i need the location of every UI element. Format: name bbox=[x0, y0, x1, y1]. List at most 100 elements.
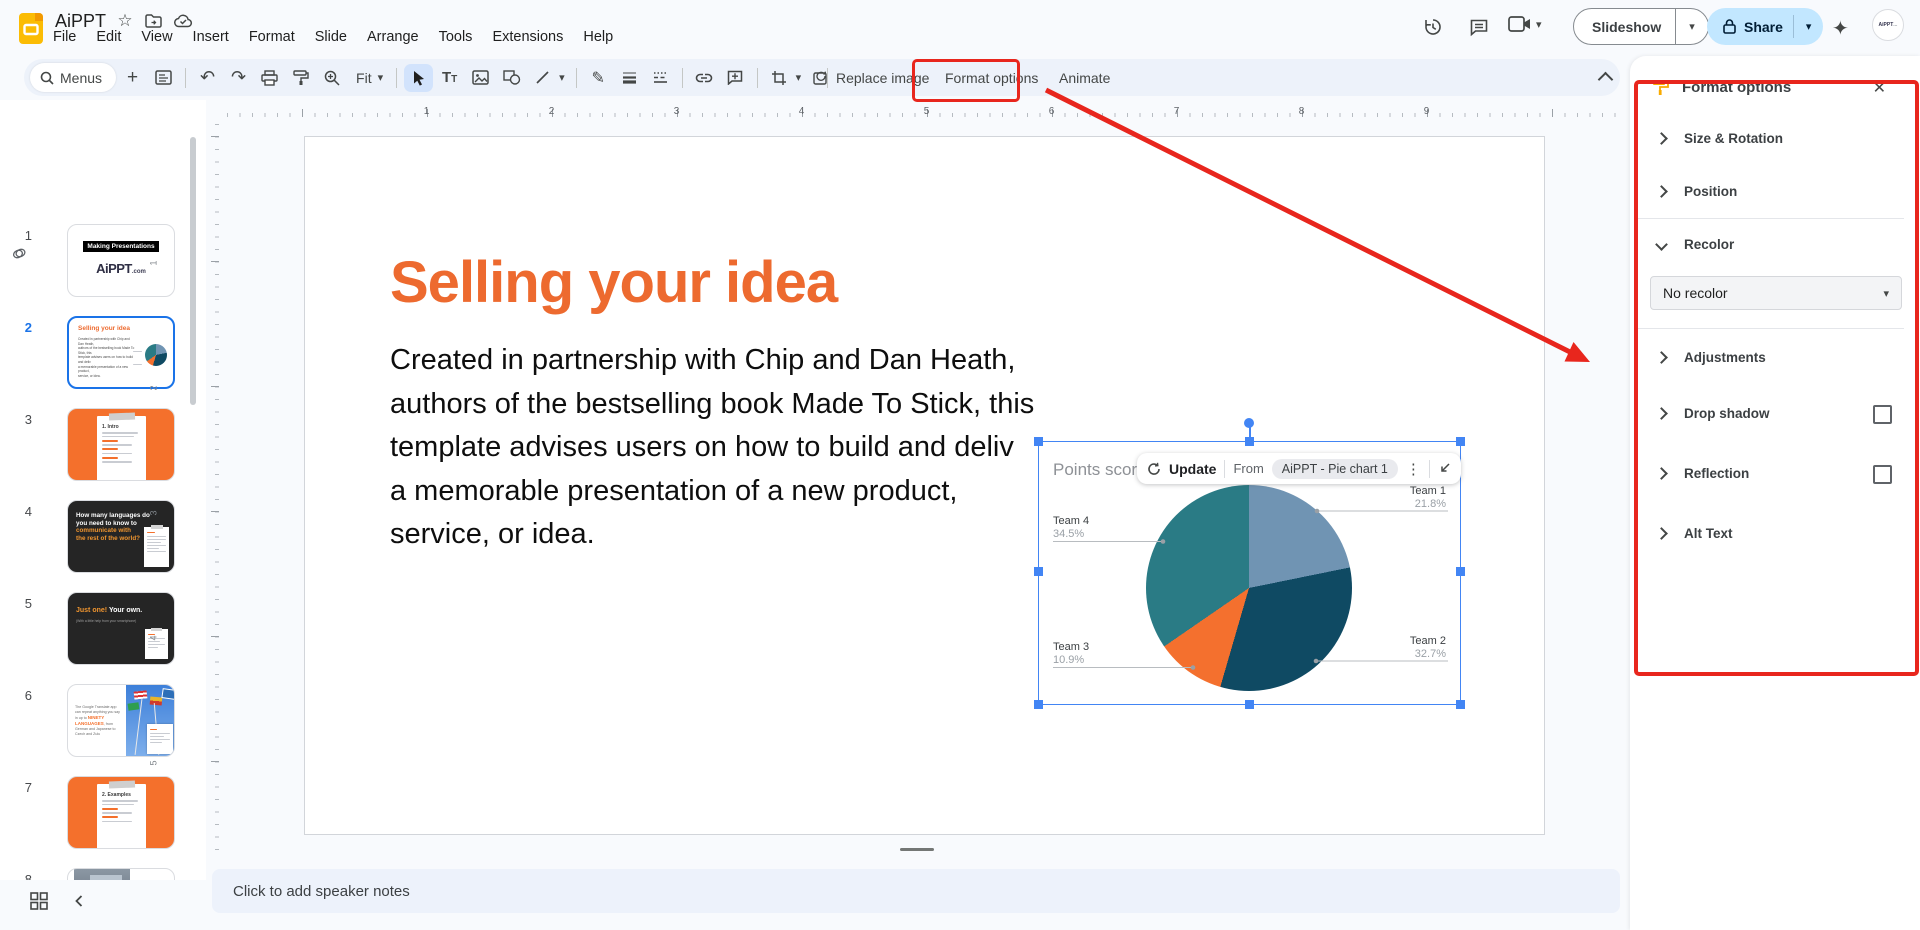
account-avatar[interactable]: AiPPT... bbox=[1872, 9, 1904, 41]
menu-item[interactable]: File bbox=[44, 26, 85, 48]
chevron-right-icon bbox=[1655, 406, 1668, 420]
menu-item[interactable]: Tools bbox=[430, 26, 482, 48]
gemini-sparkle-icon[interactable]: ✦ bbox=[1832, 16, 1849, 41]
chart-source-chip[interactable]: AiPPT - Pie chart 1 bbox=[1271, 458, 1398, 479]
resize-handle-ne[interactable] bbox=[1456, 437, 1465, 446]
resize-handle-se[interactable] bbox=[1456, 700, 1465, 709]
pie-label-team2: Team 2 32.7% bbox=[1409, 635, 1446, 660]
more-options-icon[interactable]: ⋮ bbox=[1406, 460, 1421, 478]
replace-image-button[interactable]: Replace image bbox=[836, 59, 929, 96]
menu-item[interactable]: Help bbox=[574, 26, 622, 48]
border-weight-icon[interactable] bbox=[615, 64, 644, 92]
resize-handle-e[interactable] bbox=[1456, 567, 1465, 576]
meet-caret-icon[interactable]: ▾ bbox=[1536, 18, 1542, 31]
slide-thumbnail-3[interactable]: 1. Intro bbox=[67, 408, 175, 481]
share-button[interactable]: Share ▾ bbox=[1707, 8, 1824, 45]
ruler-label: 9 bbox=[1423, 106, 1430, 117]
print-icon[interactable] bbox=[255, 64, 284, 92]
crop-icon[interactable] bbox=[765, 64, 794, 92]
border-dash-icon[interactable] bbox=[646, 64, 675, 92]
section-position[interactable]: Position bbox=[1630, 171, 1920, 211]
new-slide-button[interactable]: + bbox=[118, 64, 147, 92]
slide-title[interactable]: Selling your idea bbox=[390, 249, 838, 316]
crop-caret-icon[interactable]: ▾ bbox=[796, 71, 802, 84]
add-comment-icon[interactable] bbox=[721, 64, 750, 92]
section-size-rotation[interactable]: Size & Rotation bbox=[1630, 118, 1920, 158]
meet-button[interactable]: ▾ bbox=[1508, 14, 1542, 34]
menu-item[interactable]: Extensions bbox=[483, 26, 572, 48]
section-adjustments[interactable]: Adjustments bbox=[1630, 337, 1920, 377]
undo-icon[interactable]: ↶ bbox=[193, 64, 222, 92]
menus-search-button[interactable]: Menus bbox=[30, 63, 117, 92]
insert-line-icon[interactable] bbox=[528, 64, 557, 92]
drop-shadow-checkbox[interactable] bbox=[1873, 405, 1892, 424]
speaker-notes[interactable]: Click to add speaker notes bbox=[212, 869, 1620, 913]
zoom-icon[interactable] bbox=[317, 64, 346, 92]
menu-item[interactable]: View bbox=[132, 26, 181, 48]
collapse-toolbar-icon[interactable] bbox=[1597, 59, 1614, 96]
insert-image-icon[interactable] bbox=[466, 64, 495, 92]
menu-item[interactable]: Slide bbox=[306, 26, 356, 48]
paint-roller-icon bbox=[1653, 80, 1669, 95]
refresh-icon[interactable] bbox=[1147, 462, 1161, 476]
section-recolor[interactable]: Recolor bbox=[1630, 224, 1920, 264]
close-panel-icon[interactable]: ✕ bbox=[1873, 78, 1886, 98]
slide-thumbnail-6[interactable]: The Google Translate app can repeat anyt… bbox=[67, 684, 175, 757]
notes-resize-handle[interactable] bbox=[900, 848, 934, 851]
slides-logo[interactable] bbox=[18, 12, 44, 45]
chevron-right-icon bbox=[1655, 466, 1668, 480]
menu-item[interactable]: Insert bbox=[184, 26, 238, 48]
insert-line-caret-icon[interactable]: ▾ bbox=[559, 71, 565, 84]
pie-chart-object[interactable]: Points scored Update From AiPPT - Pie ch… bbox=[1034, 418, 1465, 709]
recolor-value: No recolor bbox=[1663, 285, 1728, 301]
insert-link-icon[interactable] bbox=[690, 64, 719, 92]
pie-chart[interactable] bbox=[1146, 485, 1352, 691]
resize-handle-w[interactable] bbox=[1034, 567, 1043, 576]
filmstrip-scrollbar[interactable] bbox=[190, 137, 196, 405]
ruler-label: 4 bbox=[798, 106, 805, 117]
animate-button[interactable]: Animate bbox=[1059, 59, 1110, 96]
collapse-filmstrip-icon[interactable] bbox=[72, 893, 86, 909]
menu-item[interactable]: Format bbox=[240, 26, 304, 48]
lock-icon bbox=[1707, 19, 1736, 34]
slide-thumbnail-5[interactable]: Just one! Your own. (With a little help … bbox=[67, 592, 175, 665]
recolor-dropdown[interactable]: No recolor ▾ bbox=[1650, 276, 1902, 310]
slide-thumbnail-2-selected[interactable]: Selling your idea Created in partnership… bbox=[67, 316, 175, 389]
ruler-label: 6 bbox=[1048, 106, 1055, 117]
slide-thumbnail-8[interactable]: Meet Alberto. bbox=[67, 868, 175, 880]
version-history-icon[interactable] bbox=[1420, 14, 1446, 40]
resize-handle-s[interactable] bbox=[1245, 700, 1254, 709]
slideshow-caret-icon[interactable]: ▾ bbox=[1675, 9, 1708, 44]
zoom-fit-caret-icon[interactable]: ▾ bbox=[378, 71, 384, 84]
menu-item[interactable]: Edit bbox=[87, 26, 130, 48]
resize-handle-sw[interactable] bbox=[1034, 700, 1043, 709]
slide-number: 3 bbox=[24, 412, 32, 427]
resize-handle-n[interactable] bbox=[1245, 437, 1254, 446]
text-box-tool[interactable]: TT bbox=[435, 64, 464, 92]
chevron-right-icon bbox=[1655, 184, 1668, 198]
reflection-checkbox[interactable] bbox=[1873, 465, 1892, 484]
update-chart-button[interactable]: Update bbox=[1169, 461, 1216, 477]
slide-body-text[interactable]: Created in partnership with Chip and Dan… bbox=[390, 339, 1034, 557]
section-alt-text[interactable]: Alt Text bbox=[1630, 513, 1920, 553]
insert-shape-icon[interactable] bbox=[497, 64, 526, 92]
slide-thumbnail-7[interactable]: 2. Examples bbox=[67, 776, 175, 849]
format-options-button[interactable]: Format options bbox=[945, 59, 1038, 96]
paint-format-icon[interactable] bbox=[286, 64, 315, 92]
share-caret-icon[interactable]: ▾ bbox=[1792, 15, 1824, 38]
thumb2-pie bbox=[145, 344, 167, 366]
zoom-fit-label[interactable]: Fit bbox=[356, 70, 372, 86]
redo-icon[interactable]: ↷ bbox=[224, 64, 253, 92]
slide-layout-icon[interactable] bbox=[149, 64, 178, 92]
border-color-pen-icon[interactable]: ✎ bbox=[584, 64, 613, 92]
slideshow-button[interactable]: Slideshow ▾ bbox=[1573, 8, 1709, 45]
resize-handle-nw[interactable] bbox=[1034, 437, 1043, 446]
slide-number: 4 bbox=[24, 504, 32, 519]
chevron-down-icon bbox=[1655, 237, 1668, 251]
menu-item[interactable]: Arrange bbox=[358, 26, 428, 48]
select-tool[interactable] bbox=[404, 63, 434, 92]
unlink-chart-icon[interactable] bbox=[1438, 462, 1451, 475]
grid-view-icon[interactable] bbox=[30, 892, 48, 910]
rotation-handle[interactable] bbox=[1244, 418, 1254, 428]
comments-icon[interactable] bbox=[1466, 14, 1492, 40]
